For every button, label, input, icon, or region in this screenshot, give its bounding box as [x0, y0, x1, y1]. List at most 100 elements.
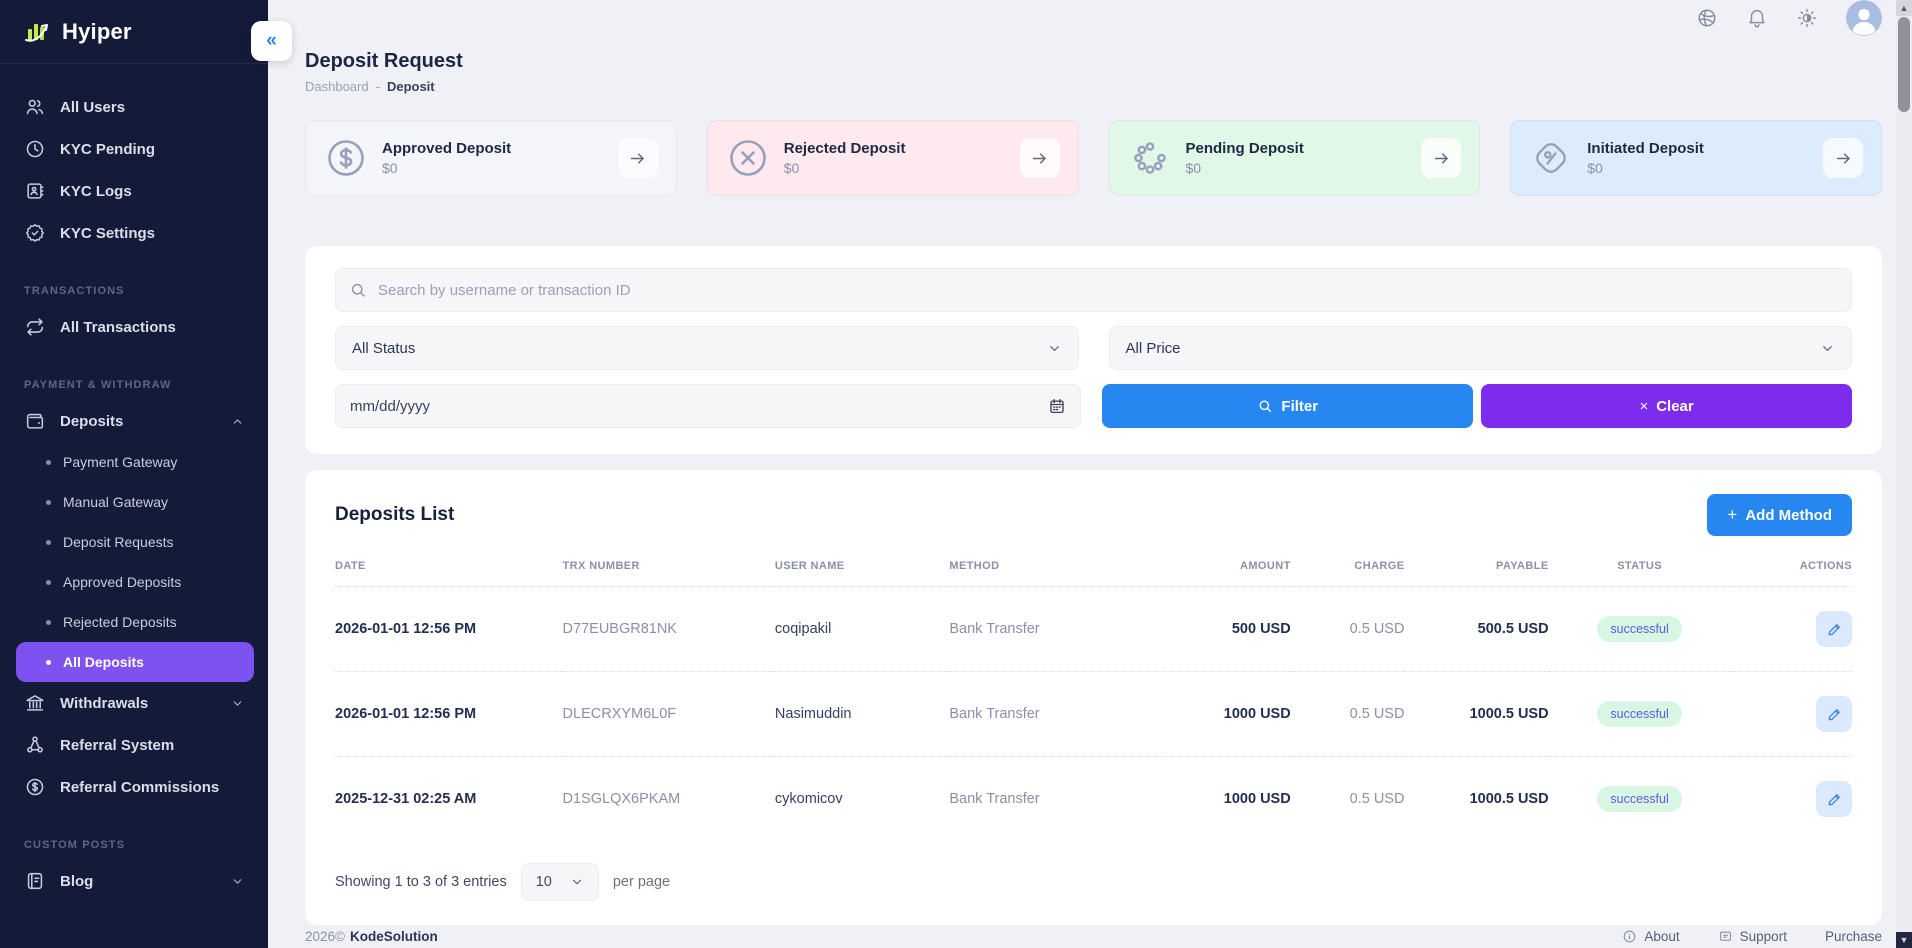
chevron-up-icon: [231, 415, 244, 428]
col-user-name: USER NAME: [774, 548, 950, 587]
cell-payable: 500.5 USD: [1404, 586, 1549, 672]
footer-link-support[interactable]: Support: [1718, 929, 1787, 944]
sidebar-item-kyc-settings[interactable]: KYC Settings: [0, 212, 268, 254]
sidebar-collapse-button[interactable]: «: [251, 21, 292, 61]
status-badge: successful: [1597, 701, 1682, 727]
col-trx-number: TRX NUMBER: [562, 548, 775, 587]
cell-actions: [1730, 586, 1852, 672]
edit-button[interactable]: [1816, 781, 1852, 817]
breadcrumb-separator: -: [375, 79, 380, 94]
page-size-value: 10: [535, 874, 552, 890]
sidebar-subitem-approved-deposits[interactable]: Approved Deposits: [0, 562, 268, 602]
copyright-year: 2026©: [305, 929, 345, 944]
breadcrumb-home[interactable]: Dashboard: [305, 79, 369, 94]
stat-card-approved-deposit[interactable]: Approved Deposit $0: [305, 120, 677, 196]
cell-trx: D1SGLQX6PKAM: [562, 791, 681, 807]
sidebar-item-deposits[interactable]: Deposits: [0, 400, 268, 442]
status-badge: successful: [1597, 786, 1682, 812]
dollar-circle-icon: [324, 136, 368, 180]
sidebar-subitem-label: Rejected Deposits: [63, 614, 177, 630]
notifications-bell-icon[interactable]: [1746, 7, 1768, 29]
cell-user: coqipakil: [774, 586, 950, 672]
footer-links: About Support Purchase: [1622, 929, 1882, 944]
brand[interactable]: Hyiper: [0, 0, 268, 64]
sidebar-item-referral-system[interactable]: Referral System: [0, 724, 268, 766]
sidebar-subitem-deposit-requests[interactable]: Deposit Requests: [0, 522, 268, 562]
col-payable: PAYABLE: [1404, 548, 1549, 587]
footer: 2026© KodeSolution About Support Purchase: [305, 925, 1882, 948]
scrollbar-down-arrow[interactable]: ▼: [1896, 932, 1912, 948]
pagination: Showing 1 to 3 of 3 entries 10 per page: [335, 863, 1852, 901]
stat-card-rejected-deposit[interactable]: Rejected Deposit $0: [706, 120, 1079, 196]
chevron-down-icon: [1823, 345, 1832, 351]
window-scrollbar[interactable]: ▲ ▼: [1896, 0, 1912, 948]
sidebar-item-withdrawals[interactable]: Withdrawals: [0, 682, 268, 724]
sidebar-item-all-transactions[interactable]: All Transactions: [0, 306, 268, 348]
arrow-right-icon[interactable]: [617, 138, 658, 178]
stat-card-pending-deposit[interactable]: Pending Deposit $0: [1108, 120, 1481, 196]
sidebar-item-referral-commissions[interactable]: Referral Commissions: [0, 766, 268, 808]
arrow-right-icon[interactable]: [1019, 138, 1060, 178]
edit-button[interactable]: [1816, 611, 1852, 647]
stat-card-initiated-deposit[interactable]: Initiated Deposit $0: [1510, 120, 1882, 196]
price-select[interactable]: All Price: [1108, 326, 1852, 370]
edit-button[interactable]: [1816, 696, 1852, 732]
arrow-right-icon[interactable]: [1421, 138, 1462, 178]
stat-value: $0: [1587, 160, 1603, 176]
filter-actions-row: mm/dd/yyyy Filter × Clear: [335, 384, 1853, 428]
chevron-down-icon: [231, 875, 244, 888]
sidebar-subitem-label: Approved Deposits: [63, 574, 182, 590]
sidebar-item-label: Withdrawals: [60, 694, 149, 712]
cell-trx: D77EUBGR81NK: [562, 586, 775, 672]
search-row: [335, 268, 1852, 312]
bullet-dot: [46, 499, 51, 505]
language-globe-icon[interactable]: [1696, 7, 1718, 29]
footer-link-about[interactable]: About: [1622, 929, 1680, 944]
cell-method: Bank Transfer: [949, 586, 1162, 672]
search-input[interactable]: [335, 268, 1852, 312]
sidebar-item-kyc-pending[interactable]: KYC Pending: [0, 128, 268, 170]
users-icon: [24, 96, 46, 118]
status-select[interactable]: All Status: [335, 326, 1079, 370]
cell-status: successful: [1548, 586, 1731, 672]
stat-label: Rejected Deposit: [783, 140, 906, 157]
cell-date: 2026-01-01 12:56 PM: [335, 671, 563, 757]
calendar-icon[interactable]: [1048, 397, 1066, 415]
sidebar-subitem-rejected-deposits[interactable]: Rejected Deposits: [0, 602, 268, 642]
table-row: 2026-01-01 12:56 PM D77EUBGR81NK coqipak…: [335, 586, 1852, 672]
sidebar-item-label: KYC Pending: [60, 140, 156, 158]
scrollbar-thumb[interactable]: [1898, 17, 1910, 112]
clear-button[interactable]: × Clear: [1481, 384, 1853, 428]
cell-payable: 1000.5 USD: [1469, 791, 1549, 807]
close-icon: ×: [1639, 397, 1649, 415]
sidebar-subitem-manual-gateway[interactable]: Manual Gateway: [0, 482, 268, 522]
user-avatar[interactable]: [1846, 0, 1882, 36]
sidebar-item-all-users[interactable]: All Users: [0, 86, 268, 128]
dollar-circle-icon: [24, 776, 46, 798]
sidebar-subitem-all-deposits[interactable]: All Deposits: [16, 642, 254, 682]
stat-texts: Approved Deposit $0: [382, 140, 511, 176]
filter-button-label: Filter: [1281, 397, 1319, 415]
pencil-icon: [1828, 793, 1840, 805]
date-input[interactable]: mm/dd/yyyy: [335, 384, 1082, 428]
table-header-row: DATE TRX NUMBER USER NAME METHOD AMOUNT …: [335, 548, 1852, 587]
cell-user: cykomicov: [774, 791, 843, 807]
add-method-button[interactable]: + Add Method: [1707, 494, 1852, 536]
section-label-payment-withdraw: PAYMENT & WITHDRAW: [24, 379, 172, 391]
filter-button[interactable]: Filter: [1102, 384, 1474, 428]
cell-amount: 1000 USD: [1161, 671, 1291, 757]
footer-link-label: About: [1644, 929, 1680, 944]
footer-link-purchase[interactable]: Purchase: [1825, 929, 1882, 944]
sidebar-item-blog[interactable]: Blog: [0, 860, 268, 902]
status-badge: successful: [1597, 616, 1682, 642]
page-size-select[interactable]: 10: [520, 863, 599, 901]
theme-toggle-icon[interactable]: [1796, 7, 1818, 29]
sidebar-item-label: Deposits: [60, 412, 124, 430]
scrollbar-up-arrow[interactable]: ▲: [1896, 0, 1912, 16]
cell-charge: 0.5 USD: [1290, 671, 1405, 757]
sidebar-subitem-payment-gateway[interactable]: Payment Gateway: [0, 442, 268, 482]
arrow-right-icon[interactable]: [1823, 138, 1863, 178]
sidebar-item-label: All Transactions: [60, 318, 176, 336]
sidebar-item-kyc-logs[interactable]: KYC Logs: [0, 170, 268, 212]
brand-name: Hyiper: [62, 18, 132, 44]
